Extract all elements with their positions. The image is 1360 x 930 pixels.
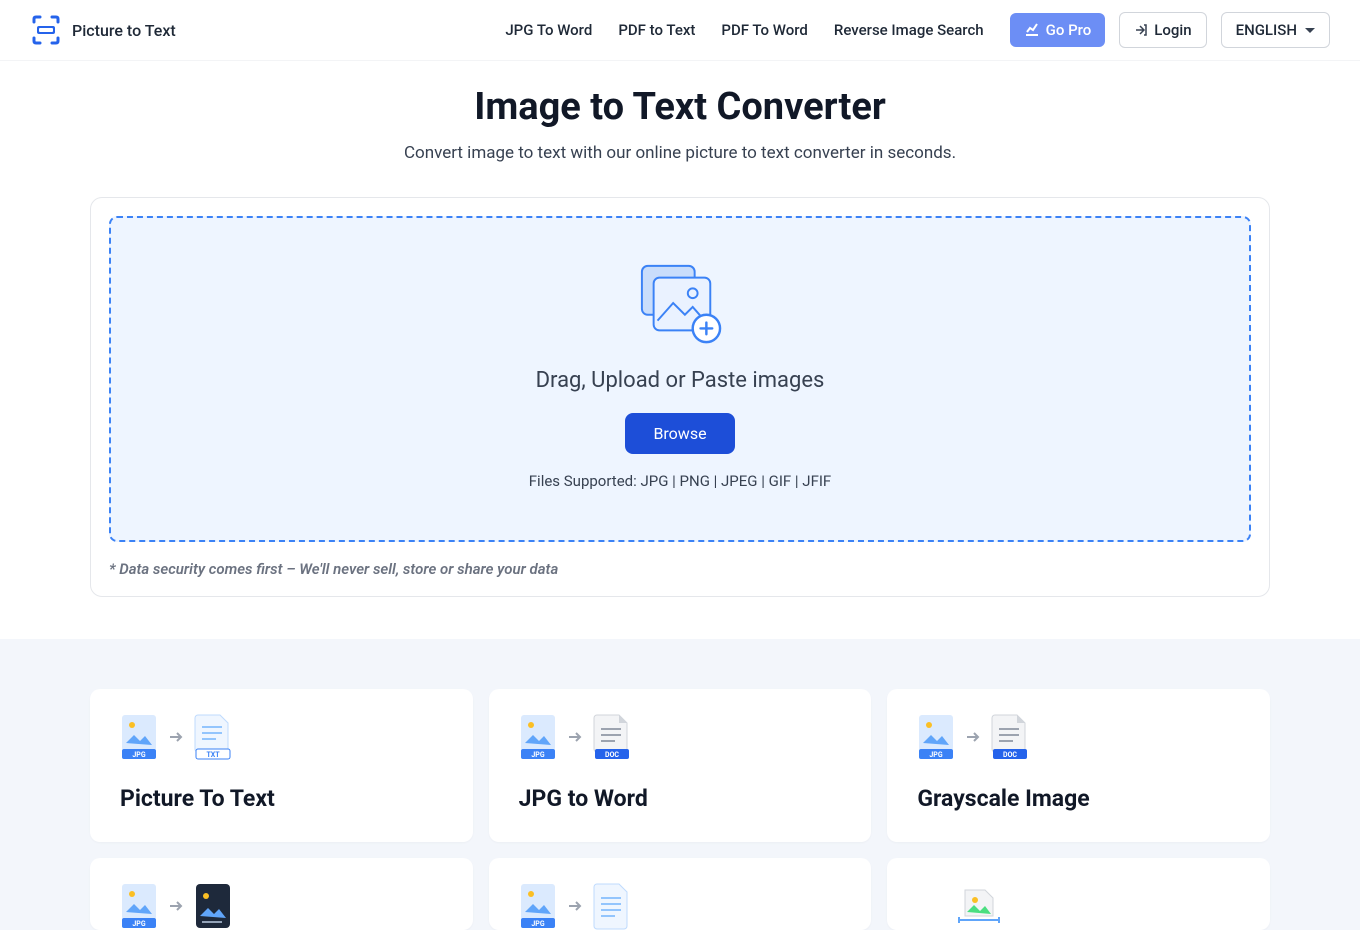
svg-text:JPG: JPG (132, 751, 145, 759)
feature-card-row2-3[interactable] (887, 858, 1270, 930)
feature-card-row2-1[interactable]: JPG (90, 858, 473, 930)
txt-file-icon: TXT (194, 713, 232, 761)
logo[interactable]: Picture to Text (30, 14, 176, 46)
doc-file-icon: DOC (991, 713, 1029, 761)
arrow-right-icon (168, 729, 184, 745)
svg-text:DOC: DOC (1003, 751, 1017, 759)
go-pro-button[interactable]: Go Pro (1010, 13, 1106, 47)
feature-icons: JPG (519, 882, 842, 930)
jpg-file-icon: JPG (917, 713, 955, 761)
chart-icon (1024, 22, 1040, 38)
nav-link-pdf-to-word[interactable]: PDF To Word (721, 21, 807, 39)
nav-link-pdf-to-text[interactable]: PDF to Text (618, 21, 695, 39)
dropzone-title: Drag, Upload or Paste images (536, 368, 825, 393)
page-title: Image to Text Converter (28, 85, 1332, 129)
nav-right: JPG To Word PDF to Text PDF To Word Reve… (505, 12, 1330, 48)
logo-icon (30, 14, 62, 46)
svg-text:JPG: JPG (531, 751, 544, 759)
feature-icons: JPG (120, 882, 443, 930)
arrow-right-icon (567, 729, 583, 745)
features-grid: JPG TXT Picture To Text JPG DOC JPG to W… (90, 689, 1270, 930)
feature-card-grayscale[interactable]: JPG DOC Grayscale Image (887, 689, 1270, 842)
language-button[interactable]: ENGLISH (1221, 12, 1330, 48)
login-label: Login (1154, 21, 1191, 39)
header: Picture to Text JPG To Word PDF to Text … (0, 0, 1360, 61)
feature-icons: JPG TXT (120, 713, 443, 761)
feature-icons: JPG DOC (519, 713, 842, 761)
supported-formats: Files Supported: JPG | PNG | JPEG | GIF … (529, 472, 831, 490)
arrow-right-icon (567, 898, 583, 914)
feature-card-jpg-to-word[interactable]: JPG DOC JPG to Word (489, 689, 872, 842)
nav-links: JPG To Word PDF to Text PDF To Word Reve… (505, 21, 983, 39)
login-icon (1134, 23, 1148, 37)
main: Image to Text Converter Convert image to… (0, 61, 1360, 597)
feature-icons (957, 882, 1240, 930)
nav-link-reverse-image[interactable]: Reverse Image Search (834, 21, 984, 39)
jpg-file-icon: JPG (519, 713, 557, 761)
upload-card: Drag, Upload or Paste images Browse File… (90, 197, 1270, 597)
svg-text:JPG: JPG (132, 920, 145, 928)
go-pro-label: Go Pro (1046, 21, 1092, 39)
nav-link-jpg-to-word[interactable]: JPG To Word (505, 21, 592, 39)
feature-card-picture-to-text[interactable]: JPG TXT Picture To Text (90, 689, 473, 842)
feature-title: Grayscale Image (917, 785, 1240, 812)
jpg-file-icon: JPG (120, 713, 158, 761)
arrow-right-icon (168, 898, 184, 914)
dark-file-icon (194, 882, 232, 930)
text-file-icon (593, 882, 631, 930)
jpg-file-icon: JPG (519, 882, 557, 930)
svg-text:JPG: JPG (930, 751, 943, 759)
features-section: JPG TXT Picture To Text JPG DOC JPG to W… (0, 639, 1360, 930)
feature-icons: JPG DOC (917, 713, 1240, 761)
arrow-right-icon (965, 729, 981, 745)
dropzone[interactable]: Drag, Upload or Paste images Browse File… (109, 216, 1251, 542)
feature-title: Picture To Text (120, 785, 443, 812)
logo-text: Picture to Text (72, 21, 176, 40)
chevron-down-icon (1305, 28, 1315, 33)
doc-file-icon: DOC (593, 713, 631, 761)
browse-button[interactable]: Browse (625, 413, 734, 454)
page-subtitle: Convert image to text with our online pi… (28, 143, 1332, 163)
feature-card-row2-2[interactable]: JPG (489, 858, 872, 930)
feature-title: JPG to Word (519, 785, 842, 812)
jpg-file-icon: JPG (120, 882, 158, 930)
svg-text:TXT: TXT (206, 751, 220, 759)
svg-text:DOC: DOC (605, 751, 619, 759)
svg-text:JPG: JPG (531, 920, 544, 928)
language-label: ENGLISH (1236, 21, 1297, 39)
image-resize-icon (957, 882, 1001, 930)
upload-image-icon (636, 262, 724, 346)
security-note: * Data security comes first – We'll neve… (109, 560, 1251, 578)
login-button[interactable]: Login (1119, 12, 1206, 48)
